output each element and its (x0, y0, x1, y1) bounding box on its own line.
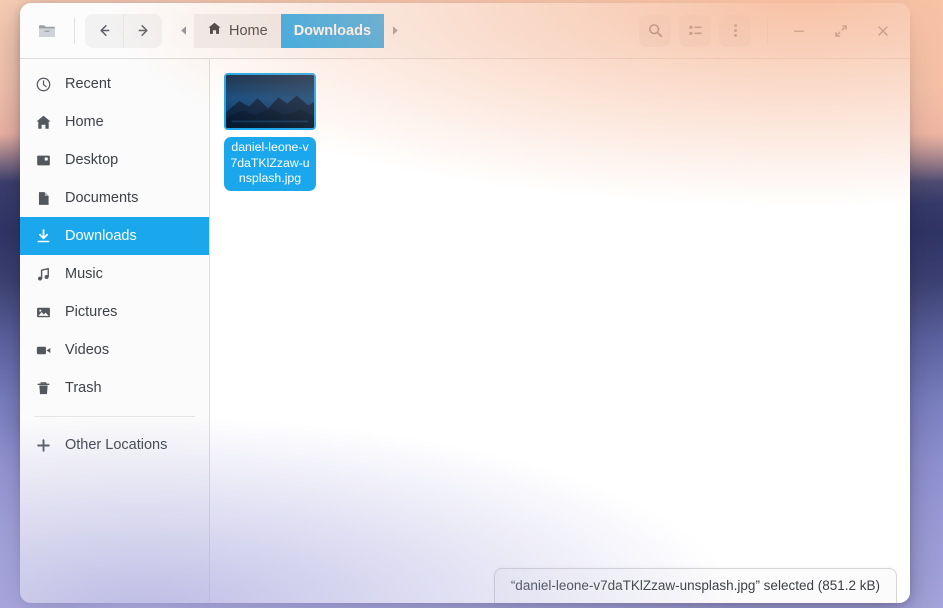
sidebar-item-videos[interactable]: Videos (20, 331, 209, 369)
sidebar-item-recent[interactable]: Recent (20, 65, 209, 103)
view-list-icon[interactable] (679, 14, 711, 47)
picture-icon (34, 303, 52, 321)
home-icon (34, 113, 52, 131)
headerbar-right (639, 14, 900, 47)
sidebar-item-pictures[interactable]: Pictures (20, 293, 209, 331)
sidebar-separator (34, 416, 195, 417)
desktop-icon (34, 151, 52, 169)
menu-icon[interactable] (719, 14, 751, 47)
sidebar-item-home[interactable]: Home (20, 103, 209, 141)
sidebar-label-home: Home (65, 114, 104, 130)
folder-icon[interactable] (30, 14, 64, 48)
sidebar-item-trash[interactable]: Trash (20, 369, 209, 407)
breadcrumb: Home Downloads (172, 13, 407, 48)
headerbar-left: Home Downloads (28, 13, 407, 48)
music-icon (34, 265, 52, 283)
sidebar-label-downloads: Downloads (65, 228, 137, 244)
status-text: “daniel-leone-v7daTKlZzaw-unsplash.jpg” … (510, 578, 880, 593)
file-grid[interactable]: daniel-leone-v7daTKlZzaw-unsplash.jpg “d… (210, 59, 910, 603)
breadcrumb-label-home: Home (229, 22, 268, 39)
back-button[interactable] (85, 13, 123, 48)
sidebar-label-other-locations: Other Locations (65, 437, 168, 453)
breadcrumb-item-downloads[interactable]: Downloads (280, 13, 385, 48)
file-manager-window: Home Downloads Recent Home Desktop Docum… (20, 3, 910, 603)
file-item[interactable]: daniel-leone-v7daTKlZzaw-unsplash.jpg (222, 69, 318, 191)
video-icon (34, 341, 52, 359)
minimize-icon[interactable] (782, 15, 816, 47)
download-icon (34, 227, 52, 245)
window-controls-divider (767, 18, 768, 43)
sidebar-item-documents[interactable]: Documents (20, 179, 209, 217)
sidebar-label-desktop: Desktop (65, 152, 119, 168)
forward-button[interactable] (123, 13, 162, 48)
sidebar-item-music[interactable]: Music (20, 255, 209, 293)
status-badge: “daniel-leone-v7daTKlZzaw-unsplash.jpg” … (493, 568, 897, 603)
sidebar-label-trash: Trash (65, 380, 102, 396)
sidebar-label-documents: Documents (65, 190, 139, 206)
sidebar-label-videos: Videos (65, 342, 110, 358)
window-body: Recent Home Desktop Documents Downloads … (20, 59, 910, 603)
document-icon (34, 189, 52, 207)
sidebar: Recent Home Desktop Documents Downloads … (20, 59, 210, 603)
breadcrumb-item-home[interactable]: Home (194, 13, 281, 48)
sidebar-label-music: Music (65, 266, 103, 282)
close-icon[interactable] (866, 15, 900, 47)
headerbar: Home Downloads (20, 3, 910, 59)
maximize-icon[interactable] (824, 15, 858, 47)
breadcrumb-label-downloads: Downloads (293, 22, 372, 39)
plus-icon (34, 436, 52, 454)
home-icon (207, 21, 222, 40)
breadcrumb-scroll-right-icon[interactable] (384, 13, 407, 48)
sidebar-item-other-locations[interactable]: Other Locations (20, 426, 209, 464)
desktop-wallpaper: Home Downloads Recent Home Desktop Docum… (0, 0, 943, 608)
breadcrumb-scroll-left-icon[interactable] (172, 13, 194, 48)
search-icon[interactable] (639, 14, 671, 47)
sidebar-item-desktop[interactable]: Desktop (20, 141, 209, 179)
file-thumbnail (224, 73, 316, 130)
file-name-label[interactable]: daniel-leone-v7daTKlZzaw-unsplash.jpg (224, 137, 316, 191)
header-divider (74, 17, 75, 44)
sidebar-label-recent: Recent (65, 76, 111, 92)
sidebar-item-downloads[interactable]: Downloads (20, 217, 209, 255)
sidebar-label-pictures: Pictures (65, 304, 118, 320)
clock-icon (34, 75, 52, 93)
trash-icon (34, 379, 52, 397)
nav-button-group (85, 13, 162, 48)
